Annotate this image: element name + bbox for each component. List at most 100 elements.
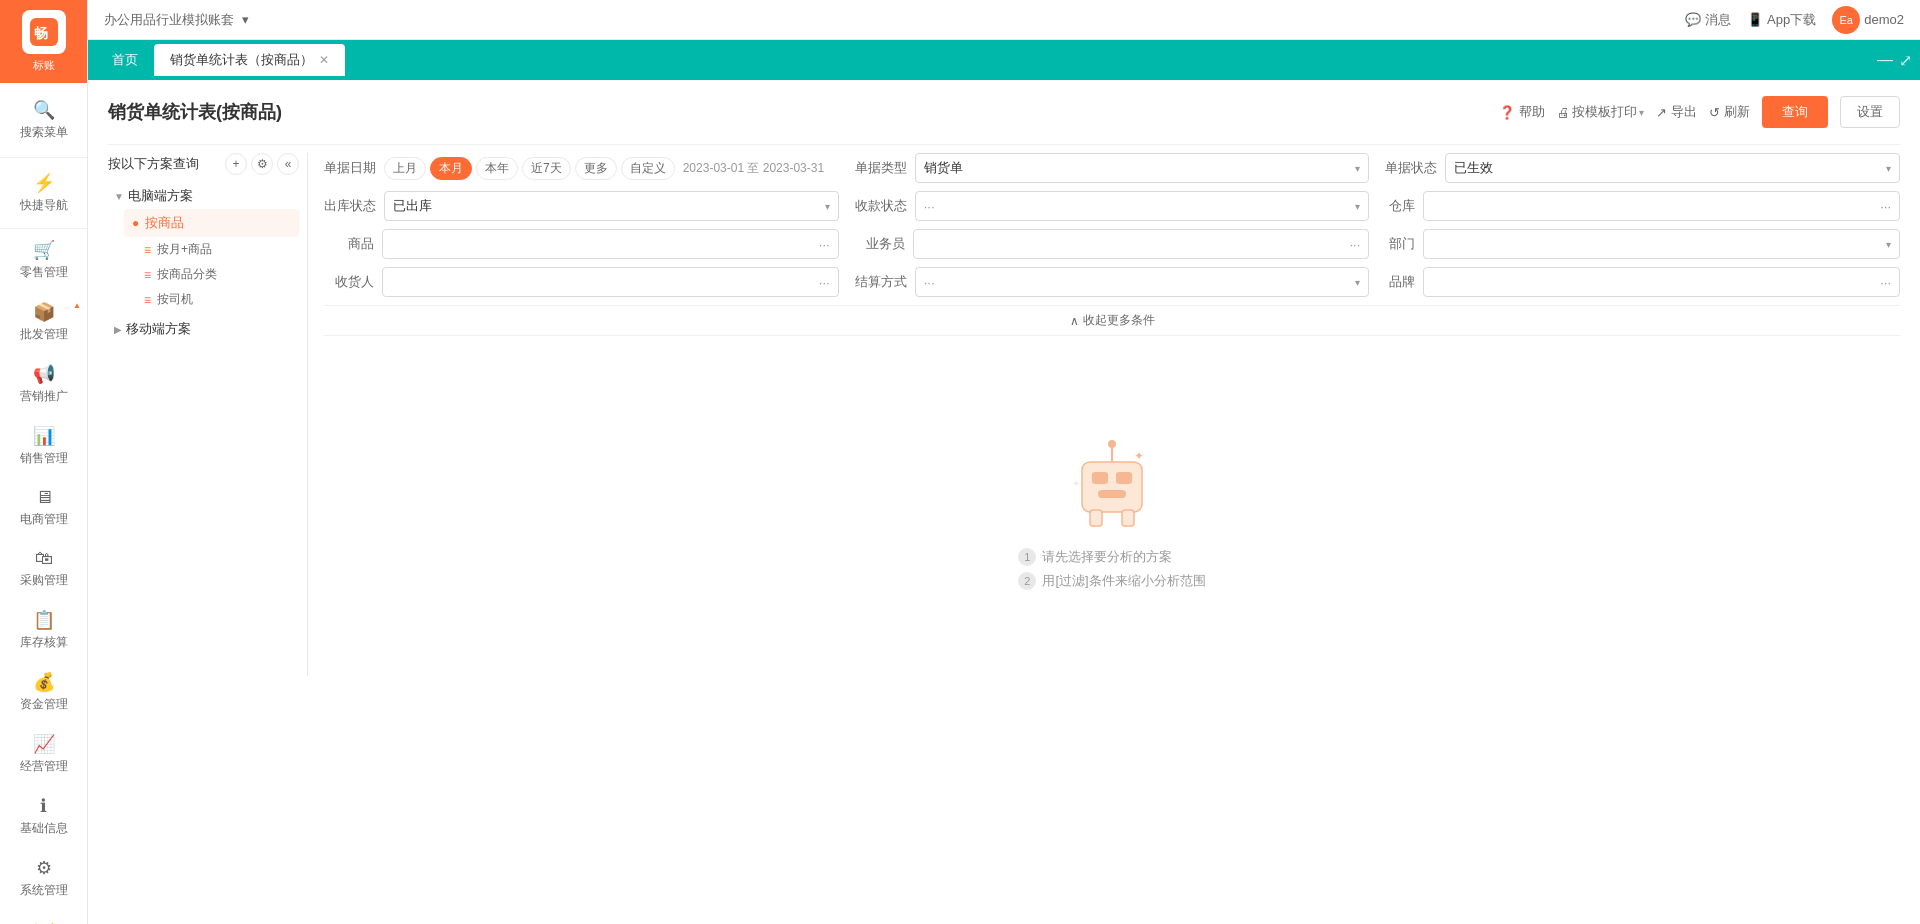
- breadcrumb-dropdown-icon[interactable]: ▾: [242, 12, 249, 27]
- payment-method-dropdown-icon: ▾: [1355, 277, 1360, 288]
- scheme-settings-btn[interactable]: ⚙: [251, 153, 273, 175]
- maximize-btn[interactable]: ⤢: [1899, 51, 1912, 70]
- topbar-right: 💬 消息 📱 App下载 Ea demo2: [1685, 6, 1904, 34]
- message-btn[interactable]: 💬 消息: [1685, 11, 1731, 29]
- payment-status-dots: ···: [924, 199, 935, 214]
- sub-tree-item-category-label: 按商品分类: [157, 266, 217, 283]
- sidebar-item-ecommerce-label: 电商管理: [20, 511, 68, 528]
- marketing-icon: 📢: [33, 363, 55, 385]
- salesperson-input[interactable]: ···: [913, 229, 1370, 259]
- template-print-btn[interactable]: 🖨 按模板打印 ▾: [1557, 103, 1644, 121]
- template-print-dropdown-icon: ▾: [1639, 107, 1644, 118]
- finance-icon: 💰: [33, 671, 55, 693]
- scheme-add-btn[interactable]: +: [225, 153, 247, 175]
- sidebar: 畅 标账 🔍 搜索菜单 ⚡ 快捷导航 🛒 零售管理 📦 批发管理 ▲: [0, 0, 88, 924]
- sidebar-item-sales[interactable]: 📊 销售管理: [0, 415, 87, 477]
- warehouse-dots: ···: [1880, 199, 1891, 214]
- goods-input[interactable]: ···: [382, 229, 839, 259]
- tree-item-by-goods[interactable]: ● 按商品: [124, 209, 299, 237]
- sub-tree-item-category[interactable]: ≡ 按商品分类: [136, 262, 299, 287]
- sidebar-item-wholesale[interactable]: 📦 批发管理 ▲: [0, 291, 87, 353]
- doc-status-label: 单据状态: [1385, 159, 1437, 177]
- collapse-conditions-btn[interactable]: ∧ 收起更多条件: [1070, 312, 1155, 329]
- page-title: 销货单统计表(按商品): [108, 100, 282, 124]
- help-btn[interactable]: ❓ 帮助: [1499, 103, 1545, 121]
- sidebar-item-quicknav[interactable]: ⚡ 快捷导航: [0, 158, 87, 229]
- date-btn-more[interactable]: 更多: [575, 157, 617, 180]
- logo-text: 标账: [33, 58, 55, 73]
- payment-status-input[interactable]: ··· ▾: [915, 191, 1370, 221]
- sub-tree-item-driver[interactable]: ≡ 按司机: [136, 287, 299, 312]
- logo-icon: 畅: [22, 10, 66, 54]
- date-btn-this-year[interactable]: 本年: [476, 157, 518, 180]
- sidebar-item-enterprise[interactable]: 🤝 企业协同: [0, 909, 87, 924]
- message-icon: 💬: [1685, 12, 1701, 27]
- export-btn[interactable]: ↗ 导出: [1656, 103, 1697, 121]
- goods-label: 商品: [324, 235, 374, 253]
- recipient-dots: ···: [819, 275, 830, 290]
- empty-tip-1: 1 请先选择要分析的方案: [1018, 548, 1205, 566]
- active-item-icon: ●: [132, 216, 139, 230]
- query-button[interactable]: 查询: [1762, 96, 1828, 128]
- sidebar-item-retail[interactable]: 🛒 零售管理: [0, 229, 87, 291]
- tree-group-mobile-header[interactable]: ▶ 移动端方案: [108, 316, 299, 342]
- sidebar-item-inventory[interactable]: 📋 库存核算: [0, 599, 87, 661]
- sidebar-item-system[interactable]: ⚙ 系统管理: [0, 847, 87, 909]
- tree-item-by-goods-label: 按商品: [145, 214, 291, 232]
- avatar: Ea: [1832, 6, 1860, 34]
- tree-group-mobile-label: 移动端方案: [126, 320, 191, 338]
- settings-button[interactable]: 设置: [1840, 96, 1900, 128]
- tree-group-pc-header[interactable]: ▼ 电脑端方案: [108, 183, 299, 209]
- date-btn-7days[interactable]: 近7天: [522, 157, 571, 180]
- date-range: 2023-03-01 至 2023-03-31: [683, 160, 824, 177]
- svg-rect-9: [1122, 510, 1134, 526]
- date-btn-last-month[interactable]: 上月: [384, 157, 426, 180]
- doc-status-select[interactable]: 已生效 ▾: [1445, 153, 1900, 183]
- template-print-label: 按模板打印: [1572, 103, 1637, 121]
- scheme-tree: ▼ 电脑端方案 ● 按商品 ≡: [108, 183, 299, 342]
- sidebar-item-finance[interactable]: 💰 资金管理: [0, 661, 87, 723]
- app-logo[interactable]: 畅 标账: [0, 0, 87, 83]
- user-profile[interactable]: Ea demo2: [1832, 6, 1904, 34]
- collapse-label: 收起更多条件: [1083, 312, 1155, 329]
- scheme-collapse-btn[interactable]: «: [277, 153, 299, 175]
- tip-num-2: 2: [1018, 572, 1036, 590]
- svg-text:✦: ✦: [1072, 478, 1080, 489]
- date-btn-this-month[interactable]: 本月: [430, 157, 472, 180]
- refresh-btn[interactable]: ↺ 刷新: [1709, 103, 1750, 121]
- refresh-icon: ↺: [1709, 105, 1720, 120]
- app-download-btn[interactable]: 📱 App下载: [1747, 11, 1816, 29]
- tree-children-pc: ● 按商品 ≡ 按月+商品 ≡: [108, 209, 299, 312]
- tab-home[interactable]: 首页: [96, 44, 154, 76]
- doc-type-select[interactable]: 销货单 ▾: [915, 153, 1370, 183]
- sub-tree-item-month-goods[interactable]: ≡ 按月+商品: [136, 237, 299, 262]
- out-status-select[interactable]: 已出库 ▾: [384, 191, 839, 221]
- sub-tree-item-month-goods-icon: ≡: [144, 243, 151, 257]
- app-download-label: App下载: [1767, 11, 1816, 29]
- sidebar-item-ecommerce[interactable]: 🖥 电商管理: [0, 477, 87, 538]
- tab-close-icon[interactable]: ✕: [319, 53, 329, 67]
- tree-arrow-right: ▶: [114, 324, 122, 335]
- recipient-input[interactable]: ···: [382, 267, 839, 297]
- payment-method-select[interactable]: ··· ▾: [915, 267, 1370, 297]
- payment-status-label: 收款状态: [855, 197, 907, 215]
- inventory-icon: 📋: [33, 609, 55, 631]
- brand-input[interactable]: ···: [1423, 267, 1900, 297]
- department-select[interactable]: ▾: [1423, 229, 1900, 259]
- sidebar-item-search[interactable]: 🔍 搜索菜单: [0, 83, 87, 158]
- sidebar-item-marketing[interactable]: 📢 营销推广: [0, 353, 87, 415]
- sidebar-item-operation[interactable]: 📈 经营管理: [0, 723, 87, 785]
- minimize-btn[interactable]: —: [1877, 51, 1893, 70]
- collapse-up-icon: ∧: [1070, 314, 1079, 328]
- main-area: 办公用品行业模拟账套 ▾ 💬 消息 📱 App下载 Ea demo2 首页: [88, 0, 1920, 924]
- date-btn-custom[interactable]: 自定义: [621, 157, 675, 180]
- tab-sales-report[interactable]: 销货单统计表（按商品） ✕: [154, 44, 345, 76]
- sidebar-item-purchase[interactable]: 🛍 采购管理: [0, 538, 87, 599]
- tip-text-2: 用[过滤]条件来缩小分析范围: [1042, 572, 1205, 590]
- out-status-value: 已出库: [393, 197, 432, 215]
- payment-method-label: 结算方式: [855, 273, 907, 291]
- sidebar-item-basic[interactable]: ℹ 基础信息: [0, 785, 87, 847]
- filter-row-1: 单据日期 上月 本月 本年 近7天 更多 自定义 2023-03-01 至 20…: [324, 153, 1900, 297]
- warehouse-input[interactable]: ···: [1423, 191, 1900, 221]
- retail-icon: 🛒: [33, 239, 55, 261]
